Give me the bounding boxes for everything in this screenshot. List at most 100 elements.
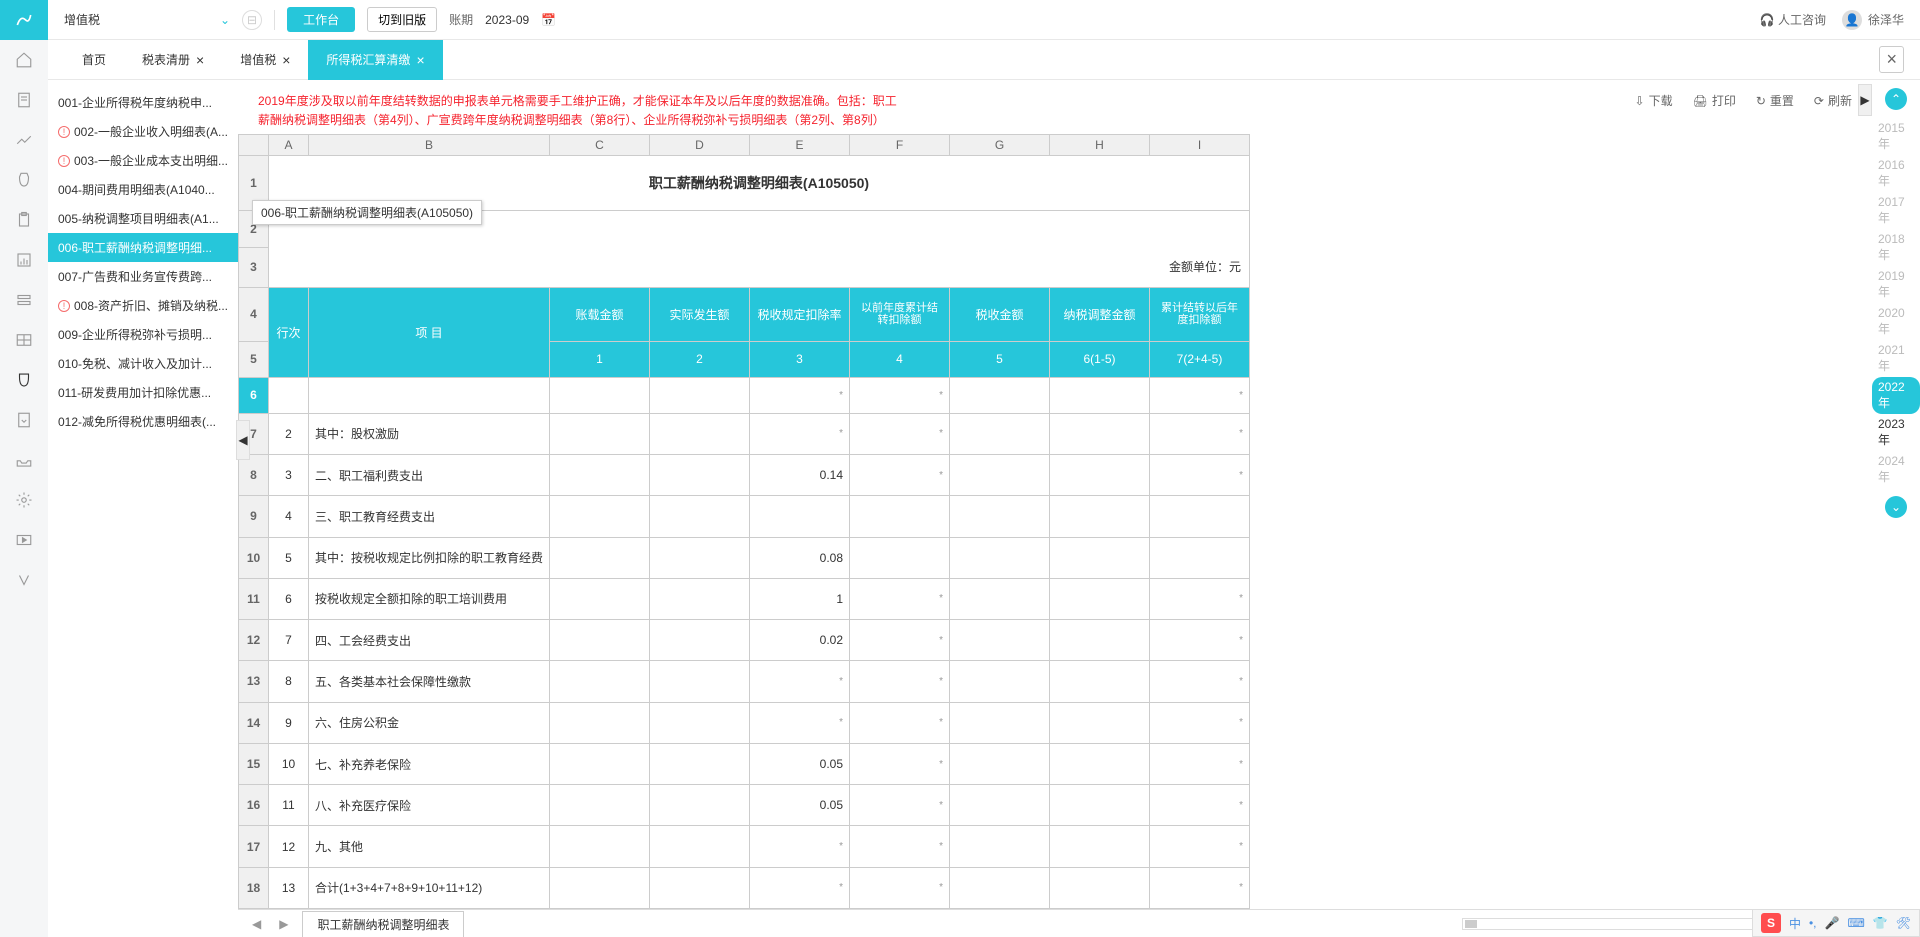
user-menu[interactable]: 👤 徐泽华 [1842, 10, 1904, 30]
col-header[interactable]: E [750, 135, 850, 156]
item-cell[interactable]: 八、补充医疗保险 [309, 785, 550, 826]
data-cell[interactable] [1150, 496, 1250, 537]
data-cell[interactable] [1050, 578, 1150, 619]
data-cell[interactable] [650, 620, 750, 661]
period-value[interactable]: 2023-09 [485, 13, 529, 27]
ime-skin-icon[interactable]: 👕 [1873, 916, 1888, 930]
doc-icon[interactable] [0, 80, 48, 120]
data-cell[interactable] [950, 867, 1050, 908]
tab-tax-list[interactable]: 税表清册× [124, 40, 222, 80]
gear-icon[interactable] [0, 480, 48, 520]
data-cell[interactable]: 1 [750, 578, 850, 619]
col-header[interactable]: I [1150, 135, 1250, 156]
data-cell[interactable] [950, 826, 1050, 867]
col-header[interactable]: A [269, 135, 309, 156]
data-cell[interactable]: 0.02 [750, 620, 850, 661]
data-cell[interactable] [1150, 537, 1250, 578]
data-cell[interactable] [950, 661, 1050, 702]
form-nav-item[interactable]: !003-一般企业成本支出明细... [48, 146, 238, 175]
data-cell[interactable] [1050, 496, 1150, 537]
data-cell[interactable]: * [750, 867, 850, 908]
form-nav-item[interactable]: !008-资产折旧、摊销及纳税... [48, 291, 238, 320]
data-cell[interactable] [650, 661, 750, 702]
ime-toolbar[interactable]: S 中 •, 🎤 ⌨ 👕 🛠 [1752, 909, 1920, 937]
year-item[interactable]: 2017年 [1872, 192, 1920, 229]
data-cell[interactable] [950, 578, 1050, 619]
sheet-tab[interactable]: 职工薪酬纳税调整明细表 [302, 911, 464, 937]
data-cell[interactable] [550, 826, 650, 867]
collapse-handle[interactable]: ◀ [236, 420, 250, 460]
form-icon[interactable] [0, 280, 48, 320]
tax-icon[interactable] [0, 360, 48, 400]
data-cell[interactable]: * [1150, 413, 1250, 454]
data-cell[interactable] [950, 537, 1050, 578]
switch-old-button[interactable]: 切到旧版 [367, 7, 437, 32]
data-cell[interactable]: * [850, 455, 950, 496]
ime-mic-icon[interactable]: 🎤 [1825, 916, 1840, 930]
col-header[interactable]: F [850, 135, 950, 156]
form-nav-item[interactable]: 010-免税、减计收入及加计... [48, 349, 238, 378]
data-cell[interactable] [550, 620, 650, 661]
form-nav-item[interactable]: 007-广告费和业务宣传费跨... [48, 262, 238, 291]
item-cell[interactable]: 其中：股权激励 [309, 413, 550, 454]
item-cell[interactable]: 合计(1+3+4+7+8+9+10+11+12) [309, 867, 550, 908]
workbench-button[interactable]: 工作台 [287, 7, 355, 32]
ime-tool-icon[interactable]: 🛠 [1896, 916, 1911, 930]
data-cell[interactable] [550, 785, 650, 826]
data-cell[interactable] [550, 867, 650, 908]
grid-icon[interactable] [0, 320, 48, 360]
data-cell[interactable]: * [850, 702, 950, 743]
sheet-nav-prev[interactable]: ▶ [275, 917, 292, 931]
data-cell[interactable]: * [1150, 455, 1250, 496]
data-cell[interactable] [650, 785, 750, 826]
data-cell[interactable] [1050, 620, 1150, 661]
data-cell[interactable] [650, 496, 750, 537]
spreadsheet-grid[interactable]: A B C D E F G H I [238, 134, 1250, 909]
corner-cell[interactable] [239, 135, 269, 156]
data-cell[interactable] [750, 496, 850, 537]
data-cell[interactable]: 0.08 [750, 537, 850, 578]
data-cell[interactable] [1050, 702, 1150, 743]
item-cell[interactable]: 七、补充养老保险 [309, 743, 550, 784]
data-cell[interactable] [1050, 537, 1150, 578]
ime-lang[interactable]: 中 [1789, 915, 1801, 932]
data-cell[interactable] [550, 496, 650, 537]
year-item[interactable]: 2019年 [1872, 266, 1920, 303]
col-header[interactable]: C [550, 135, 650, 156]
item-cell[interactable]: 二、职工福利费支出 [309, 455, 550, 496]
data-cell[interactable]: * [850, 578, 950, 619]
ime-punct-icon[interactable]: •, [1809, 916, 1817, 930]
data-cell[interactable]: * [750, 826, 850, 867]
tax-type-select[interactable]: 增值税 ⌄ [64, 11, 230, 28]
home-icon[interactable] [0, 40, 48, 80]
data-cell[interactable]: * [1150, 785, 1250, 826]
v-icon[interactable] [0, 560, 48, 600]
money-icon[interactable] [0, 160, 48, 200]
data-cell[interactable] [550, 743, 650, 784]
close-icon[interactable]: × [416, 52, 424, 68]
col-header[interactable]: H [1050, 135, 1150, 156]
data-cell[interactable]: 0.05 [750, 743, 850, 784]
data-cell[interactable] [1050, 455, 1150, 496]
calendar-icon[interactable]: 📅 [541, 13, 556, 27]
year-item[interactable]: 2018年 [1872, 229, 1920, 266]
data-cell[interactable]: * [750, 702, 850, 743]
item-cell[interactable]: 五、各类基本社会保障性缴款 [309, 661, 550, 702]
report-icon[interactable] [0, 240, 48, 280]
data-cell[interactable]: * [850, 785, 950, 826]
year-item[interactable]: 2024年 [1872, 451, 1920, 488]
data-cell[interactable] [1050, 785, 1150, 826]
chart-icon[interactable] [0, 120, 48, 160]
data-cell[interactable] [850, 496, 950, 537]
data-cell[interactable] [950, 702, 1050, 743]
item-cell[interactable]: 六、住房公积金 [309, 702, 550, 743]
data-cell[interactable] [650, 455, 750, 496]
refresh-button[interactable]: ⟳ 刷新 [1814, 92, 1852, 111]
data-cell[interactable] [950, 743, 1050, 784]
year-item[interactable]: 2021年 [1872, 340, 1920, 377]
data-cell[interactable]: * [1150, 743, 1250, 784]
tab-home[interactable]: 首页 [64, 40, 124, 80]
app-logo[interactable] [0, 0, 48, 40]
data-cell[interactable]: * [850, 867, 950, 908]
data-cell[interactable] [950, 785, 1050, 826]
